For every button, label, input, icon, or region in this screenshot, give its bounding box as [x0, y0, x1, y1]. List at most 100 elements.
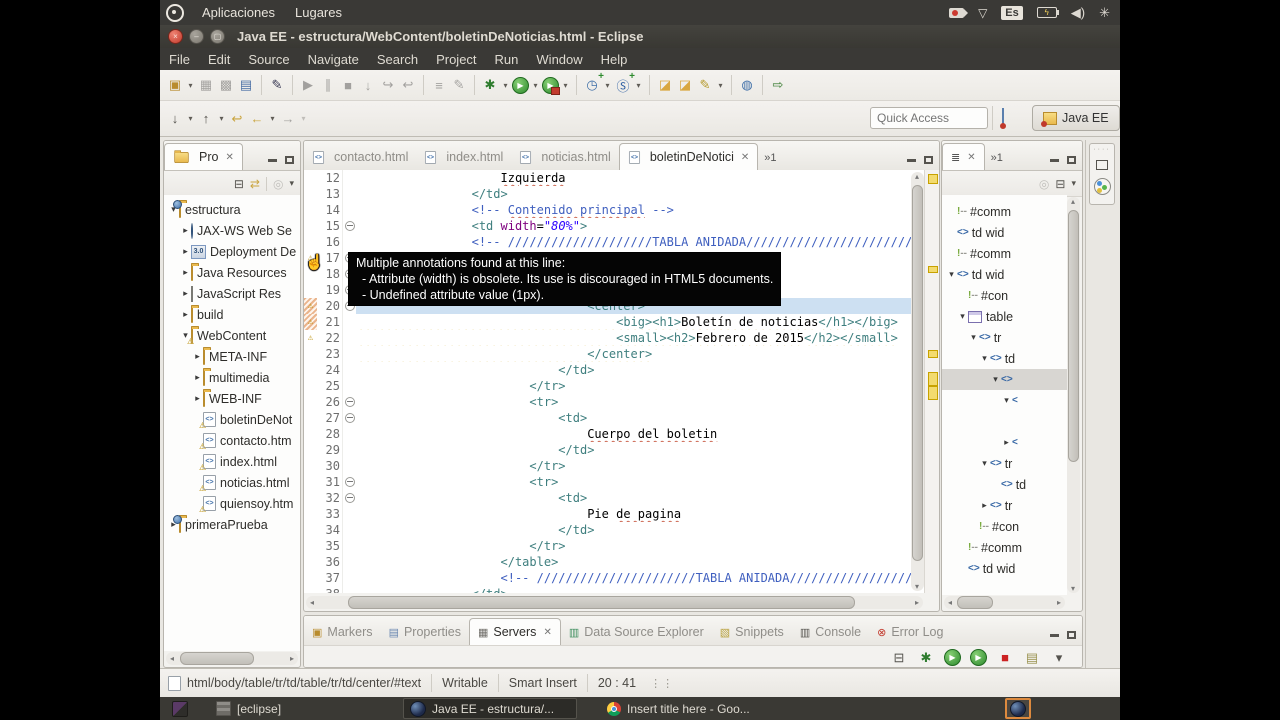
maximize-view-icon[interactable] — [924, 156, 933, 164]
java-ee-perspective-button[interactable]: Java EE — [1032, 105, 1120, 131]
expander-icon[interactable]: ▸ — [979, 500, 990, 511]
editor-tab-boletindenotici[interactable]: <> boletinDeNotici ✕ — [618, 143, 759, 170]
explorer-item-javascript-res[interactable]: ▸ JavaScript Res — [164, 283, 300, 304]
editor-horizontal-scrollbar[interactable]: ◂ ▸ — [306, 596, 923, 609]
code-line-14[interactable]: 14 <!-- Contenido principal --> — [304, 202, 939, 218]
new-wizard-dropdown-icon[interactable]: ▾ — [186, 81, 195, 90]
tab-error-log[interactable]: ⊗ Error Log — [869, 619, 951, 645]
debug-server-icon[interactable]: ✱ — [917, 649, 935, 667]
code-line-27[interactable]: 27 <td> — [304, 410, 939, 426]
explorer-item-meta-inf[interactable]: ▸ META-INF — [164, 346, 300, 367]
run-dropdown-icon[interactable]: ▾ — [531, 81, 540, 90]
overview-ruler[interactable] — [924, 170, 939, 593]
outline-vertical-scrollbar[interactable]: ▴ ▾ — [1067, 197, 1080, 593]
expander-icon[interactable]: ▸ — [180, 225, 191, 236]
code-line-29[interactable]: 29 </td> — [304, 442, 939, 458]
open-perspective-icon[interactable] — [1002, 108, 1004, 127]
outline-item-tr[interactable]: ▸ <> tr — [942, 495, 1067, 516]
menu-help[interactable]: Help — [592, 48, 637, 70]
outline-item-node-8[interactable]: ▾ <> — [942, 369, 1067, 390]
code-line-33[interactable]: 33 Pie de pagina — [304, 506, 939, 522]
close-icon[interactable]: ✕ — [225, 152, 233, 163]
expander-icon[interactable]: ▾ — [946, 269, 957, 280]
back-icon[interactable]: ← — [248, 110, 266, 128]
outline-item-td-wid[interactable]: <> td wid — [942, 558, 1067, 579]
expander-icon[interactable]: ▸ — [180, 309, 191, 320]
fold-collapse-icon[interactable] — [344, 413, 355, 423]
explorer-item-webcontent[interactable]: ▾ ⚠ WebContent — [164, 325, 300, 346]
new-server-icon[interactable]: Ⓢ — [614, 71, 635, 94]
code-line-22[interactable]: ⚠ 22 <small><h2>Febrero de 2015</h2></sma… — [304, 330, 939, 346]
explorer-item-jax-ws-web-se[interactable]: ▸ JAX-WS Web Se — [164, 220, 300, 241]
collapse-all-icon[interactable]: ⊟ — [234, 177, 244, 191]
code-line-13[interactable]: 13 </td> — [304, 186, 939, 202]
new-server-dropdown-icon[interactable]: ▾ — [634, 81, 643, 90]
run-external-tools-dropdown-icon[interactable]: ▾ — [561, 81, 570, 90]
explorer-item-quiensoy-htm[interactable]: <> ⚠ quiensoy.htm — [164, 493, 300, 514]
publish-icon[interactable]: ▤ — [1023, 649, 1041, 667]
explorer-item-contacto-htm[interactable]: <> ⚠ contacto.htm — [164, 430, 300, 451]
print-icon[interactable]: ▤ — [237, 76, 255, 94]
code-line-32[interactable]: 32 <td> — [304, 490, 939, 506]
outline-item-td-wid[interactable]: <> td wid — [942, 222, 1067, 243]
explorer-item-multimedia[interactable]: ▸ multimedia — [164, 367, 300, 388]
code-line-15[interactable]: 15 <td width="80%"> — [304, 218, 939, 234]
collapse-all-icon[interactable]: ⊟ — [1055, 177, 1065, 191]
outline-horizontal-scrollbar[interactable]: ◂ ▸ — [944, 596, 1065, 609]
code-line-16[interactable]: 16 <!-- ////////////////////TABLA ANIDAD… — [304, 234, 939, 250]
outline-item-comm[interactable]: !-- #comm — [942, 537, 1067, 558]
expander-icon[interactable]: ▾ — [957, 311, 968, 322]
previous-annotation-dropdown-icon[interactable]: ▾ — [217, 114, 226, 123]
tab-markers[interactable]: ▣ Markers — [304, 619, 381, 645]
run-external-tools-icon[interactable]: ▶ — [542, 76, 560, 95]
collapse-all-icon[interactable]: ⊟ — [890, 649, 908, 667]
highlight-pen-dropdown-icon[interactable]: ▾ — [716, 81, 725, 90]
restore-view-icon[interactable] — [1096, 157, 1112, 170]
more-editors-chevron[interactable]: »1 — [764, 152, 776, 164]
open-folder-icon[interactable]: ◪ — [676, 76, 694, 94]
debug-icon[interactable]: ✱ — [481, 76, 499, 94]
network-icon[interactable]: ▽ — [978, 7, 987, 19]
code-line-23[interactable]: 23 </center> — [304, 346, 939, 362]
view-menu-icon[interactable]: ▾ — [289, 178, 294, 189]
fold-collapse-icon[interactable] — [344, 477, 355, 487]
explorer-item-build[interactable]: ▸ build — [164, 304, 300, 325]
expander-icon[interactable]: ▸ — [192, 351, 203, 362]
fold-collapse-icon[interactable] — [344, 493, 355, 503]
tab-servers[interactable]: ▦ Servers ✕ — [468, 618, 561, 645]
code-line-12[interactable]: 12 Izquierda — [304, 170, 939, 186]
window-maximize-button[interactable]: ▢ — [210, 29, 225, 44]
taskbar-java-ee-window[interactable]: Java EE - estructura/... — [403, 698, 578, 719]
open-artifact-icon[interactable]: ◪ — [656, 76, 674, 94]
back-dropdown-icon[interactable]: ▾ — [268, 114, 277, 123]
expander-icon[interactable]: ▸ — [180, 267, 191, 278]
taskbar-eclipse-highlight[interactable] — [1005, 698, 1031, 719]
fold-collapse-icon[interactable] — [344, 221, 355, 231]
code-line-25[interactable]: 25 </tr> — [304, 378, 939, 394]
maximize-view-icon[interactable] — [285, 156, 294, 164]
explorer-item-deployment-de[interactable]: ▸ 3.0 Deployment De — [164, 241, 300, 262]
minimize-view-icon[interactable] — [268, 158, 277, 162]
tab-outline[interactable]: ≣ ✕ — [942, 143, 985, 170]
code-line-37[interactable]: 37 <!-- //////////////////////TABLA ANID… — [304, 570, 939, 586]
window-close-button[interactable]: × — [168, 29, 183, 44]
menu-search[interactable]: Search — [368, 48, 427, 70]
outline-item-table[interactable]: ▾ table — [942, 306, 1067, 327]
explorer-horizontal-scrollbar[interactable]: ◂ ▸ — [166, 652, 298, 665]
menu-window[interactable]: Window — [527, 48, 591, 70]
link-with-editor-icon[interactable]: ⇄ — [250, 177, 260, 191]
close-icon[interactable]: ✕ — [543, 627, 551, 638]
expander-icon[interactable]: ▸ — [180, 288, 191, 299]
code-line-21[interactable]: ⚠ 21 <big><h1>Boletín de noticias</h1></b… — [304, 314, 939, 330]
debug-dropdown-icon[interactable]: ▾ — [501, 81, 510, 90]
code-line-34[interactable]: 34 </td> — [304, 522, 939, 538]
keyboard-layout-badge[interactable]: Es — [1001, 5, 1023, 20]
outline-item-td[interactable]: ▾ <> td — [942, 348, 1067, 369]
code-line-28[interactable]: 28 Cuerpo del boletin — [304, 426, 939, 442]
profile-server-icon[interactable]: ▶ — [970, 649, 987, 666]
maximize-view-icon[interactable] — [1067, 631, 1076, 639]
top-menu-aplicaciones[interactable]: Aplicaciones — [192, 0, 285, 25]
start-server-icon[interactable]: ▶ — [944, 649, 961, 666]
outline-item-td[interactable]: <> td — [942, 474, 1067, 495]
explorer-item-java-resources[interactable]: ▸ Java Resources — [164, 262, 300, 283]
